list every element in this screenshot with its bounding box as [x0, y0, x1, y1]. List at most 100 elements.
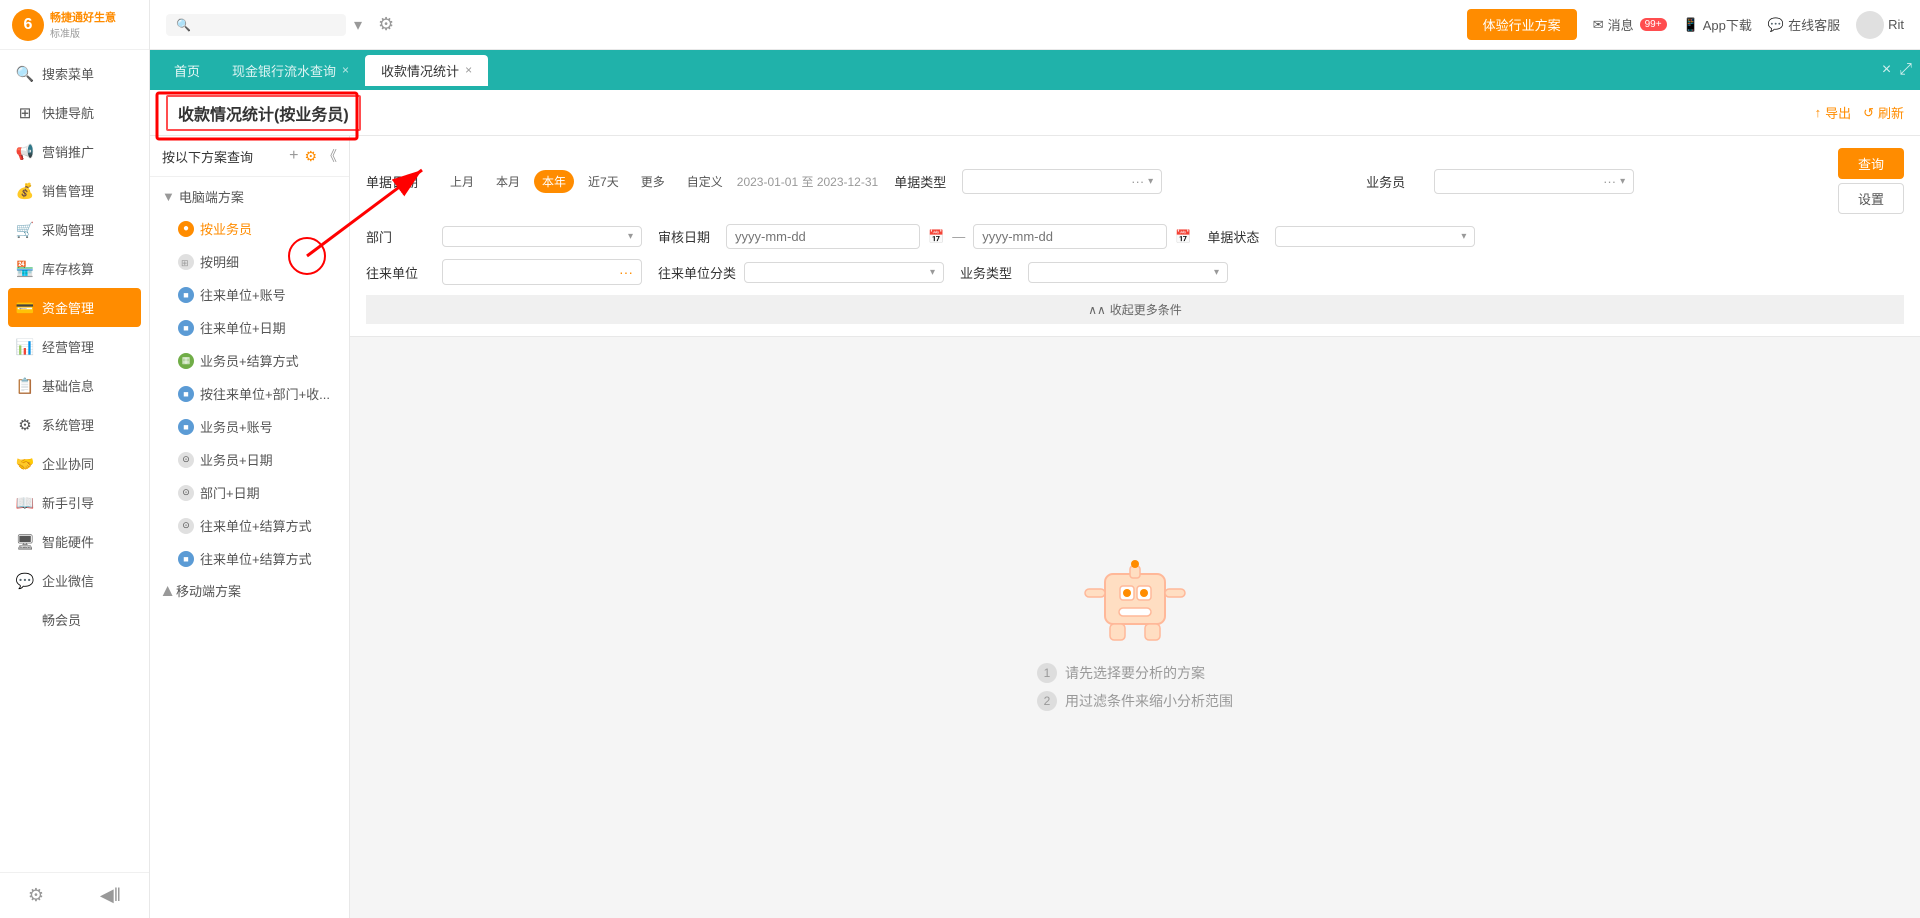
- sidebar-item-marketing[interactable]: 📢 营销推广: [0, 132, 149, 171]
- tree-item-4[interactable]: ▦ 业务员+结算方式: [150, 344, 349, 377]
- tree-group-mobile: ▶ 移动端方案: [150, 575, 349, 606]
- counterparty-select[interactable]: ···: [442, 259, 642, 285]
- date-btn-custom[interactable]: 自定义: [679, 170, 731, 193]
- review-date-dash: —: [952, 229, 965, 244]
- topbar-left: 🔍 ▾ ⚙: [166, 14, 394, 36]
- tree-item-6[interactable]: ■ 业务员+账号: [150, 410, 349, 443]
- review-date-end-icon[interactable]: 📅: [1175, 229, 1191, 245]
- tree-item-9[interactable]: ⊙ 往来单位+结算方式: [150, 509, 349, 542]
- tree-item-label-6: 业务员+账号: [200, 417, 273, 436]
- topbar-search-box[interactable]: 🔍: [166, 14, 346, 36]
- sidebar-item-member[interactable]: V 畅会员: [0, 600, 149, 639]
- date-btn-lastmonth[interactable]: 上月: [442, 170, 482, 193]
- salesman-select[interactable]: ··· ▾: [1434, 169, 1634, 194]
- tree-item-2[interactable]: ■ 往来单位+账号: [150, 278, 349, 311]
- sidebar-item-inventory[interactable]: 🏪 库存核算: [0, 249, 149, 288]
- sidebar-item-quicknav-label: 快捷导航: [42, 103, 94, 122]
- tab-cashflow-label: 现金银行流水查询: [232, 61, 336, 80]
- management-icon: 📊: [16, 338, 34, 356]
- tab-collection[interactable]: 收款情况统计 ×: [365, 55, 488, 86]
- date-btn-more[interactable]: 更多: [633, 170, 673, 193]
- tree-item-0[interactable]: ● 按业务员: [150, 212, 349, 245]
- sidebar-item-search[interactable]: 🔍 搜索菜单: [0, 54, 149, 93]
- date-label: 单据日期: [366, 172, 426, 191]
- tree-item-icon-9: ⊙: [178, 518, 194, 534]
- trial-btn[interactable]: 体验行业方案: [1467, 9, 1577, 40]
- tree-item-label-3: 往来单位+日期: [200, 318, 286, 337]
- panel-add-btn[interactable]: +: [289, 147, 298, 165]
- salesman-more[interactable]: ···: [1603, 174, 1616, 189]
- date-btn-thismonth[interactable]: 本月: [488, 170, 528, 193]
- sidebar-item-hardware[interactable]: 🖥 智能硬件: [0, 522, 149, 561]
- sidebar-collapse-icon[interactable]: ◀‖: [92, 881, 129, 910]
- set-btn[interactable]: 设置: [1838, 183, 1904, 214]
- collapse-row[interactable]: ∧∧ 收起更多条件: [366, 295, 1904, 324]
- empty-step-2: 2 用过滤条件来缩小分析范围: [1037, 691, 1233, 711]
- tree-item-7[interactable]: ⊙ 业务员+日期: [150, 443, 349, 476]
- sidebar-item-sales[interactable]: 💰 销售管理: [0, 171, 149, 210]
- sidebar-item-base[interactable]: 📋 基础信息: [0, 366, 149, 405]
- online-service-btn[interactable]: 💬 在线客服: [1768, 15, 1840, 34]
- tree-group-mobile-title[interactable]: ▶ 移动端方案: [150, 575, 349, 606]
- topbar-settings-icon[interactable]: ⚙: [378, 14, 394, 35]
- topbar-dropdown-icon[interactable]: ▾: [354, 15, 362, 35]
- panel-settings-btn[interactable]: ⚙: [304, 148, 317, 165]
- tree-item-3[interactable]: ■ 往来单位+日期: [150, 311, 349, 344]
- doc-status-label: 单据状态: [1207, 227, 1267, 246]
- sidebar-item-management[interactable]: 📊 经营管理: [0, 327, 149, 366]
- tree-item-8[interactable]: ⊙ 部门+日期: [150, 476, 349, 509]
- user-avatar[interactable]: Rit: [1856, 11, 1904, 39]
- export-btn[interactable]: ↑ 导出: [1815, 103, 1852, 122]
- tab-home[interactable]: 首页: [158, 55, 216, 86]
- counterparty-more-btn[interactable]: ···: [619, 264, 633, 280]
- tree-item-5[interactable]: ■ 按往来单位+部门+收...: [150, 377, 349, 410]
- app-download-btn[interactable]: 📱 App下载: [1683, 15, 1752, 34]
- sidebar-item-purchase[interactable]: 🛒 采购管理: [0, 210, 149, 249]
- doc-type-select[interactable]: ··· ▾: [962, 169, 1162, 194]
- refresh-btn[interactable]: ↺ 刷新: [1863, 103, 1904, 122]
- svg-text:⊞: ⊞: [181, 258, 189, 267]
- tree-arrow-icon: ▼: [162, 189, 175, 204]
- doc-type-more[interactable]: ···: [1131, 174, 1144, 189]
- tree-item-icon-4: ▦: [178, 353, 194, 369]
- review-date-start-icon[interactable]: 📅: [928, 229, 944, 245]
- query-btn[interactable]: 查询: [1838, 148, 1904, 179]
- service-icon: 💬: [1768, 17, 1784, 33]
- sidebar-item-guide-label: 新手引导: [42, 493, 94, 512]
- biz-type-select[interactable]: ▾: [1028, 262, 1228, 283]
- tab-cashflow[interactable]: 现金银行流水查询 ×: [216, 55, 365, 86]
- tree-item-1[interactable]: ⊞ 按明细: [150, 245, 349, 278]
- sidebar-item-capital[interactable]: 💳 资金管理: [8, 288, 141, 327]
- review-date-start[interactable]: [726, 224, 920, 249]
- sidebar-item-enterprise[interactable]: 🤝 企业协同: [0, 444, 149, 483]
- date-btn-7days[interactable]: 近7天: [580, 170, 627, 193]
- page-header: 收款情况统计(按业务员) ↑ 导出 ↺ 刷新: [150, 90, 1920, 136]
- panel-collapse-btn[interactable]: 《: [323, 146, 337, 166]
- sidebar-item-management-label: 经营管理: [42, 337, 94, 356]
- tab-collection-close[interactable]: ×: [465, 63, 472, 77]
- tree-item-10[interactable]: ■ 往来单位+结算方式: [150, 542, 349, 575]
- empty-step-1: 1 请先选择要分析的方案: [1037, 663, 1233, 683]
- close-window-icon[interactable]: ×: [1882, 61, 1891, 79]
- tab-cashflow-close[interactable]: ×: [342, 63, 349, 77]
- messages-btn[interactable]: ✉ 消息 99+: [1593, 15, 1667, 34]
- base-icon: 📋: [16, 377, 34, 395]
- panel-body: ▼ 电脑端方案 ● 按业务员 ⊞ 按明细 ■: [150, 177, 349, 918]
- sidebar-item-wechat[interactable]: 💬 企业微信: [0, 561, 149, 600]
- page-header-actions: ↑ 导出 ↺ 刷新: [1815, 103, 1904, 122]
- tree-group-desktop-title[interactable]: ▼ 电脑端方案: [150, 181, 349, 212]
- messages-badge: 99+: [1640, 18, 1667, 31]
- sidebar-gear-icon[interactable]: ⚙: [20, 881, 52, 910]
- doc-status-select[interactable]: ▾: [1275, 226, 1475, 247]
- sidebar-item-quicknav[interactable]: ⊞ 快捷导航: [0, 93, 149, 132]
- review-date-end[interactable]: [973, 224, 1167, 249]
- filter-row-2: 部门 ▾ 审核日期 📅 — 📅: [366, 224, 1904, 249]
- sidebar-item-member-label: 畅会员: [42, 610, 81, 629]
- sidebar-item-guide[interactable]: 📖 新手引导: [0, 483, 149, 522]
- date-btn-thisyear[interactable]: 本年: [534, 170, 574, 193]
- maximize-window-icon[interactable]: ⤢: [1899, 61, 1912, 79]
- counterparty-class-select[interactable]: ▾: [744, 262, 944, 283]
- sidebar-item-system[interactable]: ⚙ 系统管理: [0, 405, 149, 444]
- collapse-icon: ∧∧: [1088, 303, 1106, 317]
- dept-select[interactable]: ▾: [442, 226, 642, 247]
